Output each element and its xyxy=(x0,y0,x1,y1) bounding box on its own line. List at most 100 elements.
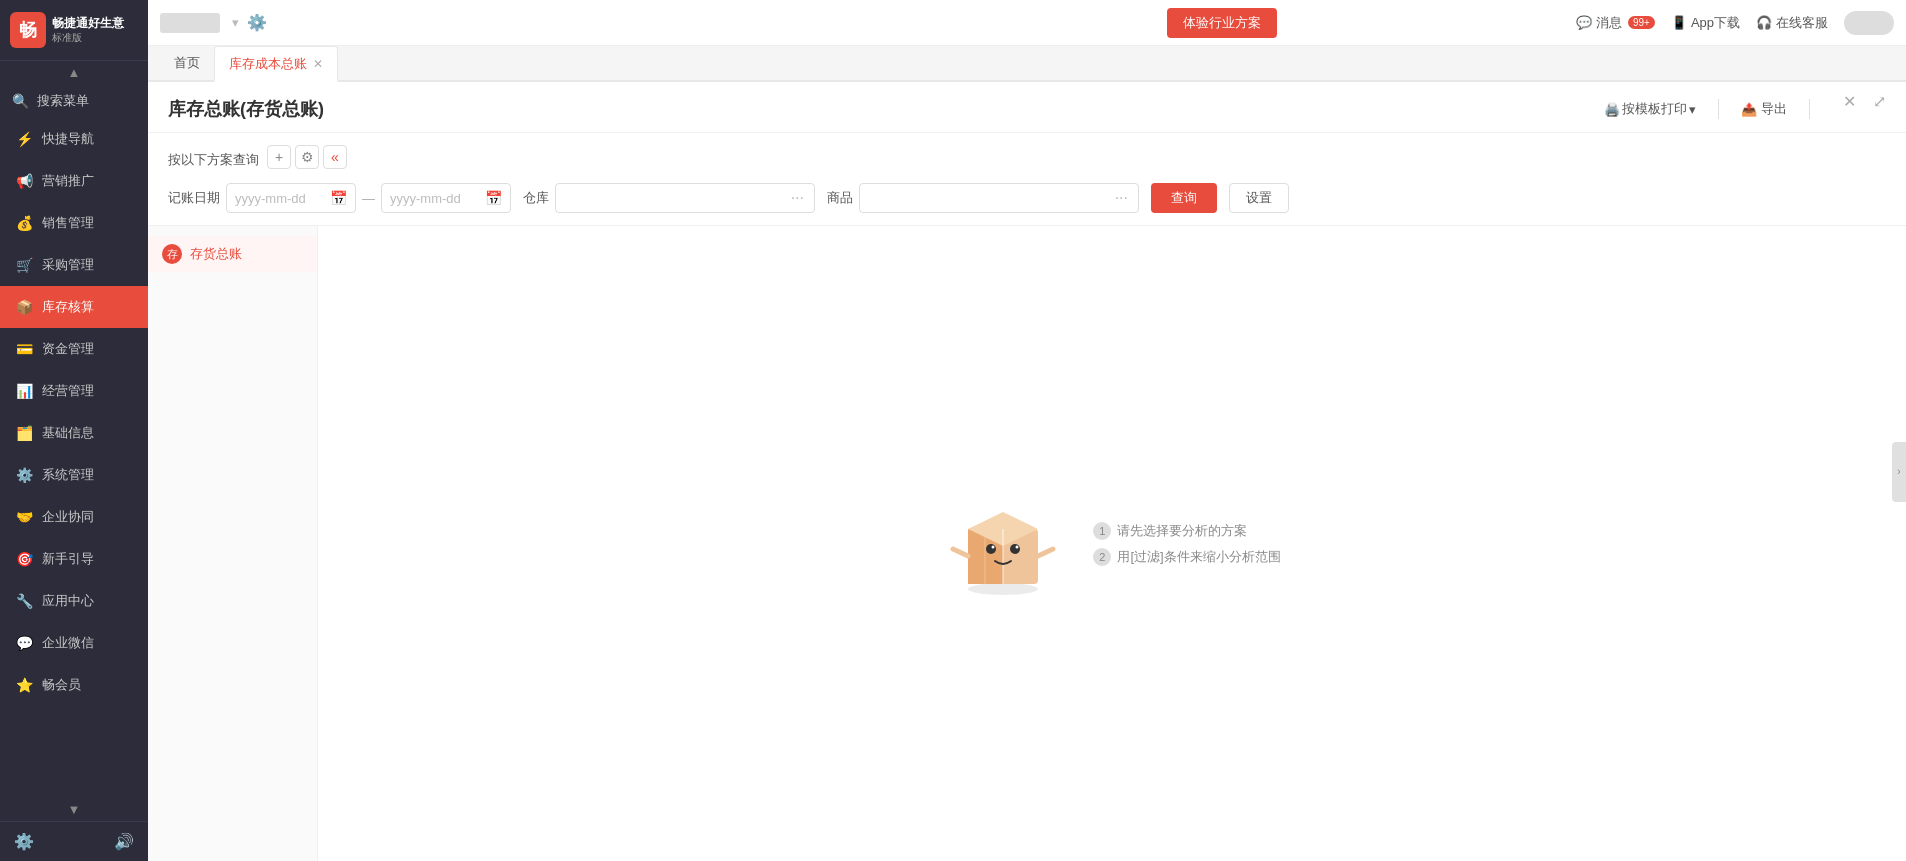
right-sidebar-toggle[interactable]: › xyxy=(1892,442,1906,502)
app-download-btn[interactable]: 📱 App下载 xyxy=(1671,14,1740,32)
user-avatar[interactable] xyxy=(1844,11,1894,35)
hint-item-1: 1 请先选择要分析的方案 xyxy=(1093,518,1280,544)
messages-btn[interactable]: 💬 消息 99+ xyxy=(1576,14,1655,32)
filter-warehouse: 仓库 ··· xyxy=(523,183,815,213)
empty-hints: 1 请先选择要分析的方案 2 用[过滤]条件来缩小分析范围 xyxy=(1093,518,1280,570)
inventory-icon: 📦 xyxy=(14,299,34,315)
page-content: 库存总账(存货总账) 🖨️ 按模板打印 ▾ 📤 导出 🔄 刷新 xyxy=(148,82,1906,861)
svg-point-6 xyxy=(986,544,996,554)
sidebar-item-purchase[interactable]: 🛒 采购管理 xyxy=(0,244,148,286)
guide-icon: 🎯 xyxy=(14,551,34,567)
settings-button[interactable]: 设置 xyxy=(1229,183,1289,213)
online-service-btn[interactable]: 🎧 在线客服 xyxy=(1756,14,1828,32)
topbar: ▾ ⚙️ 体验行业方案 💬 消息 99+ 📱 App下载 🎧 在线客服 xyxy=(148,0,1906,46)
step-2-circle: 2 xyxy=(1093,548,1111,566)
logo-icon: 畅 xyxy=(10,12,46,48)
sidebar-search[interactable]: 🔍 搜索菜单 xyxy=(0,84,148,118)
sidebar-item-apps[interactable]: 🔧 应用中心 xyxy=(0,580,148,622)
print-icon: 🖨️ xyxy=(1604,102,1620,117)
phone-icon: 📱 xyxy=(1671,15,1687,30)
svg-point-7 xyxy=(1010,544,1020,554)
operation-icon: 📊 xyxy=(14,383,34,399)
tab-inventory-cost[interactable]: 库存成本总账 ✕ xyxy=(214,46,338,82)
wechat-icon: 💬 xyxy=(14,635,34,651)
sidebar-nav: ⚡ 快捷导航 📢 营销推广 💰 销售管理 🛒 采购管理 📦 库存核算 💳 资金管… xyxy=(0,118,148,798)
filter-add-btn[interactable]: + xyxy=(267,145,291,169)
sidebar-scroll-up[interactable]: ▲ xyxy=(0,61,148,84)
sidebar-item-basic[interactable]: 🗂️ 基础信息 xyxy=(0,412,148,454)
finance-icon: 💳 xyxy=(14,341,34,357)
hint-list: 1 请先选择要分析的方案 2 用[过滤]条件来缩小分析范围 xyxy=(1093,518,1280,570)
apps-icon: 🔧 xyxy=(14,593,34,609)
sales-icon: 💰 xyxy=(14,215,34,231)
print-btn[interactable]: 🖨️ 按模板打印 ▾ xyxy=(1596,96,1704,122)
sidebar-scroll-down[interactable]: ▼ xyxy=(0,798,148,821)
scheme-sidebar: 存 存货总账 xyxy=(148,226,318,861)
tab-close-icon[interactable]: ✕ xyxy=(313,57,323,71)
filter-date: 记账日期 yyyy-mm-dd 📅 — yyyy-mm-dd 📅 xyxy=(168,183,511,213)
step-1-circle: 1 xyxy=(1093,522,1111,540)
warehouse-label: 仓库 xyxy=(523,189,549,207)
sidebar-item-guide[interactable]: 🎯 新手引导 xyxy=(0,538,148,580)
goods-label: 商品 xyxy=(827,189,853,207)
sidebar-item-inventory[interactable]: 📦 库存核算 xyxy=(0,286,148,328)
filter-row: 记账日期 yyyy-mm-dd 📅 — yyyy-mm-dd 📅 仓库 xyxy=(168,183,1886,213)
tab-home[interactable]: 首页 xyxy=(160,46,214,82)
sidebar-item-finance[interactable]: 💳 资金管理 xyxy=(0,328,148,370)
sidebar-item-member[interactable]: ⭐ 畅会员 xyxy=(0,664,148,706)
svg-point-0 xyxy=(968,583,1038,595)
warehouse-input[interactable]: ··· xyxy=(555,183,815,213)
svg-point-9 xyxy=(1016,545,1019,548)
sidebar-item-sales[interactable]: 💰 销售管理 xyxy=(0,202,148,244)
sidebar-item-quick-nav[interactable]: ⚡ 快捷导航 xyxy=(0,118,148,160)
divider2 xyxy=(1809,99,1810,119)
hint-item-2: 2 用[过滤]条件来缩小分析范围 xyxy=(1093,544,1280,570)
topbar-right: 💬 消息 99+ 📱 App下载 🎧 在线客服 xyxy=(1576,11,1894,35)
date-range-separator: — xyxy=(362,191,375,206)
sidebar-item-cooperation[interactable]: 🤝 企业协同 xyxy=(0,496,148,538)
filter-add-btns: + ⚙ « xyxy=(267,145,347,169)
app-logo: 畅 畅捷通好生意 标准版 xyxy=(0,0,148,61)
divider xyxy=(1718,99,1719,119)
audio-footer-btn[interactable]: 🔊 xyxy=(114,832,134,851)
date-end-input[interactable]: yyyy-mm-dd 📅 xyxy=(381,183,511,213)
panel-close-btn[interactable]: ✕ xyxy=(1833,82,1866,121)
topbar-breadcrumb: ▾ ⚙️ xyxy=(160,13,868,33)
export-btn[interactable]: 📤 导出 xyxy=(1733,96,1795,122)
empty-state: 1 请先选择要分析的方案 2 用[过滤]条件来缩小分析范围 xyxy=(318,226,1906,861)
industry-btn[interactable]: 体验行业方案 xyxy=(1167,8,1277,38)
empty-illustration xyxy=(943,484,1063,604)
filter-goods: 商品 ··· xyxy=(827,183,1139,213)
sidebar-item-marketing[interactable]: 📢 营销推广 xyxy=(0,160,148,202)
panel-resize-btn[interactable]: ⤢ xyxy=(1863,82,1896,121)
tabs-bar: 首页 库存成本总账 ✕ xyxy=(148,46,1906,82)
page-title: 库存总账(存货总账) xyxy=(168,97,324,121)
member-icon: ⭐ xyxy=(14,677,34,693)
date-label: 记账日期 xyxy=(168,189,220,207)
marketing-icon: 📢 xyxy=(14,173,34,189)
headset-icon: 🎧 xyxy=(1756,15,1772,30)
sidebar: 畅 畅捷通好生意 标准版 ▲ 🔍 搜索菜单 ⚡ 快捷导航 📢 营销推广 💰 销售… xyxy=(0,0,148,861)
sidebar-item-wechat[interactable]: 💬 企业微信 xyxy=(0,622,148,664)
filter-settings-btn[interactable]: ⚙ xyxy=(295,145,319,169)
date-start-placeholder: yyyy-mm-dd xyxy=(235,191,306,206)
topbar-center: 体验行业方案 xyxy=(868,8,1576,38)
scheme-item-inventory-ledger[interactable]: 存 存货总账 xyxy=(148,236,317,272)
sidebar-item-operation[interactable]: 📊 经营管理 xyxy=(0,370,148,412)
calendar-end-icon: 📅 xyxy=(485,190,502,206)
topbar-settings-icon[interactable]: ⚙️ xyxy=(247,13,267,32)
goods-input[interactable]: ··· xyxy=(859,183,1139,213)
main-content: ▾ ⚙️ 体验行业方案 💬 消息 99+ 📱 App下载 🎧 在线客服 xyxy=(148,0,1906,861)
message-icon: 💬 xyxy=(1576,15,1592,30)
calendar-start-icon: 📅 xyxy=(330,190,347,206)
query-button[interactable]: 查询 xyxy=(1151,183,1217,213)
settings-footer-btn[interactable]: ⚙️ xyxy=(14,832,34,851)
filter-collapse-btn[interactable]: « xyxy=(323,145,347,169)
goods-more-icon: ··· xyxy=(1115,189,1128,207)
sidebar-item-system[interactable]: ⚙️ 系统管理 xyxy=(0,454,148,496)
body-area: 存 存货总账 xyxy=(148,226,1906,861)
cooperation-icon: 🤝 xyxy=(14,509,34,525)
filter-label: 按以下方案查询 xyxy=(168,145,259,175)
quick-nav-icon: ⚡ xyxy=(14,131,34,147)
date-start-input[interactable]: yyyy-mm-dd 📅 xyxy=(226,183,356,213)
